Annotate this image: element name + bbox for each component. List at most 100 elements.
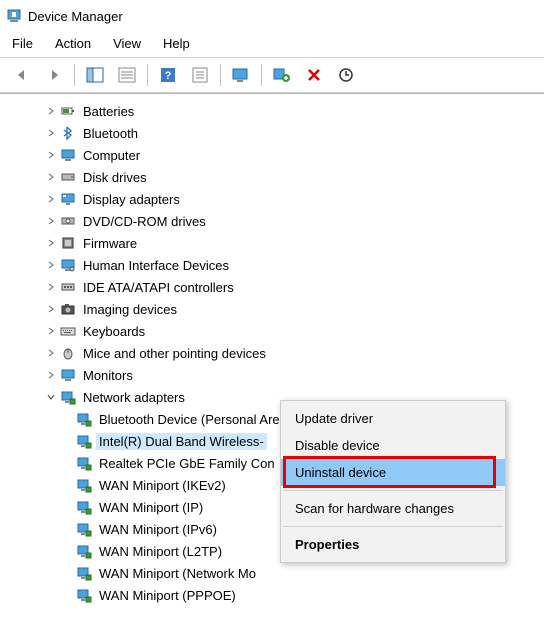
chevron-right-icon[interactable]: [44, 104, 58, 118]
tree-item-monitors[interactable]: Monitors: [44, 364, 544, 386]
tree-item-computer[interactable]: Computer: [44, 144, 544, 166]
tree-item-ide[interactable]: IDE ATA/ATAPI controllers: [44, 276, 544, 298]
update-driver-button[interactable]: [332, 62, 360, 88]
tree-label: Intel(R) Dual Band Wireless-: [96, 433, 267, 450]
ctx-scan-hardware[interactable]: Scan for hardware changes: [281, 495, 505, 522]
details-button[interactable]: [113, 62, 141, 88]
chevron-down-icon[interactable]: [44, 390, 58, 404]
network-adapter-icon: [76, 433, 92, 449]
tree-label: Human Interface Devices: [80, 257, 232, 274]
tree-item-keyboards[interactable]: Keyboards: [44, 320, 544, 342]
uninstall-button[interactable]: [300, 62, 328, 88]
hid-icon: [60, 257, 76, 273]
tree-label: WAN Miniport (IKEv2): [96, 477, 229, 494]
menu-view[interactable]: View: [109, 34, 145, 53]
ctx-uninstall-device[interactable]: Uninstall device: [281, 459, 505, 486]
spacer: [60, 500, 74, 514]
chevron-right-icon[interactable]: [44, 368, 58, 382]
network-adapter-icon: [76, 587, 92, 603]
ctx-properties[interactable]: Properties: [281, 531, 505, 558]
mouse-icon: [60, 345, 76, 361]
ctx-divider: [283, 490, 503, 491]
tree-label: WAN Miniport (Network Mo: [96, 565, 259, 582]
chevron-right-icon[interactable]: [44, 302, 58, 316]
bluetooth-icon: [60, 125, 76, 141]
chevron-right-icon[interactable]: [44, 346, 58, 360]
context-menu: Update driver Disable device Uninstall d…: [280, 400, 506, 563]
toolbar-divider: [261, 64, 262, 86]
battery-icon: [60, 103, 76, 119]
scan-hardware-button[interactable]: [227, 62, 255, 88]
tree-item-disk-drives[interactable]: Disk drives: [44, 166, 544, 188]
tree-item-firmware[interactable]: Firmware: [44, 232, 544, 254]
tree-label: Mice and other pointing devices: [80, 345, 269, 362]
tree-label: DVD/CD-ROM drives: [80, 213, 209, 230]
spacer: [60, 522, 74, 536]
chevron-right-icon[interactable]: [44, 170, 58, 184]
tree-label: Realtek PCIe GbE Family Con: [96, 455, 278, 472]
menu-action[interactable]: Action: [51, 34, 95, 53]
toolbar-divider: [147, 64, 148, 86]
properties-button[interactable]: [186, 62, 214, 88]
ctx-disable-device[interactable]: Disable device: [281, 432, 505, 459]
spacer: [60, 478, 74, 492]
spacer: [60, 544, 74, 558]
menu-file[interactable]: File: [8, 34, 37, 53]
forward-button[interactable]: [40, 62, 68, 88]
add-legacy-button[interactable]: [268, 62, 296, 88]
network-adapter-icon: [60, 389, 76, 405]
network-adapter-icon: [76, 565, 92, 581]
chevron-right-icon[interactable]: [44, 214, 58, 228]
tree-item-imaging[interactable]: Imaging devices: [44, 298, 544, 320]
spacer: [60, 434, 74, 448]
spacer: [60, 412, 74, 426]
tree-item-wan-netmon[interactable]: WAN Miniport (Network Mo: [60, 562, 544, 584]
tree-label: WAN Miniport (L2TP): [96, 543, 225, 560]
title-bar: Device Manager: [0, 0, 544, 32]
show-hide-button[interactable]: [81, 62, 109, 88]
chevron-right-icon[interactable]: [44, 126, 58, 140]
computer-icon: [60, 147, 76, 163]
tree-item-batteries[interactable]: Batteries: [44, 100, 544, 122]
app-icon: [6, 8, 22, 24]
tree-label: Disk drives: [80, 169, 150, 186]
tree-item-wan-pppoe[interactable]: WAN Miniport (PPPOE): [60, 584, 544, 606]
chevron-right-icon[interactable]: [44, 148, 58, 162]
spacer: [60, 588, 74, 602]
spacer: [60, 566, 74, 580]
network-adapter-icon: [76, 499, 92, 515]
menu-help[interactable]: Help: [159, 34, 194, 53]
chevron-right-icon[interactable]: [44, 258, 58, 272]
tree-label: Keyboards: [80, 323, 148, 340]
back-button[interactable]: [8, 62, 36, 88]
camera-icon: [60, 301, 76, 317]
tree-item-display-adapters[interactable]: Display adapters: [44, 188, 544, 210]
tree-label: WAN Miniport (IP): [96, 499, 206, 516]
tree-label: Bluetooth: [80, 125, 141, 142]
network-adapter-icon: [76, 477, 92, 493]
tree-label: Imaging devices: [80, 301, 180, 318]
tree-item-mice[interactable]: Mice and other pointing devices: [44, 342, 544, 364]
monitor-icon: [60, 367, 76, 383]
tree-item-dvd[interactable]: DVD/CD-ROM drives: [44, 210, 544, 232]
chevron-right-icon[interactable]: [44, 236, 58, 250]
toolbar: ?: [0, 58, 544, 92]
tree-label: Computer: [80, 147, 143, 164]
tree-item-bluetooth[interactable]: Bluetooth: [44, 122, 544, 144]
help-button[interactable]: ?: [154, 62, 182, 88]
keyboard-icon: [60, 323, 76, 339]
dvd-icon: [60, 213, 76, 229]
tree-item-hid[interactable]: Human Interface Devices: [44, 254, 544, 276]
ctx-divider: [283, 526, 503, 527]
firmware-icon: [60, 235, 76, 251]
ctx-update-driver[interactable]: Update driver: [281, 405, 505, 432]
network-adapter-icon: [76, 455, 92, 471]
chevron-right-icon[interactable]: [44, 324, 58, 338]
disk-icon: [60, 169, 76, 185]
display-adapter-icon: [60, 191, 76, 207]
chevron-right-icon[interactable]: [44, 192, 58, 206]
tree-label: Monitors: [80, 367, 136, 384]
chevron-right-icon[interactable]: [44, 280, 58, 294]
network-adapter-icon: [76, 411, 92, 427]
network-adapter-icon: [76, 521, 92, 537]
